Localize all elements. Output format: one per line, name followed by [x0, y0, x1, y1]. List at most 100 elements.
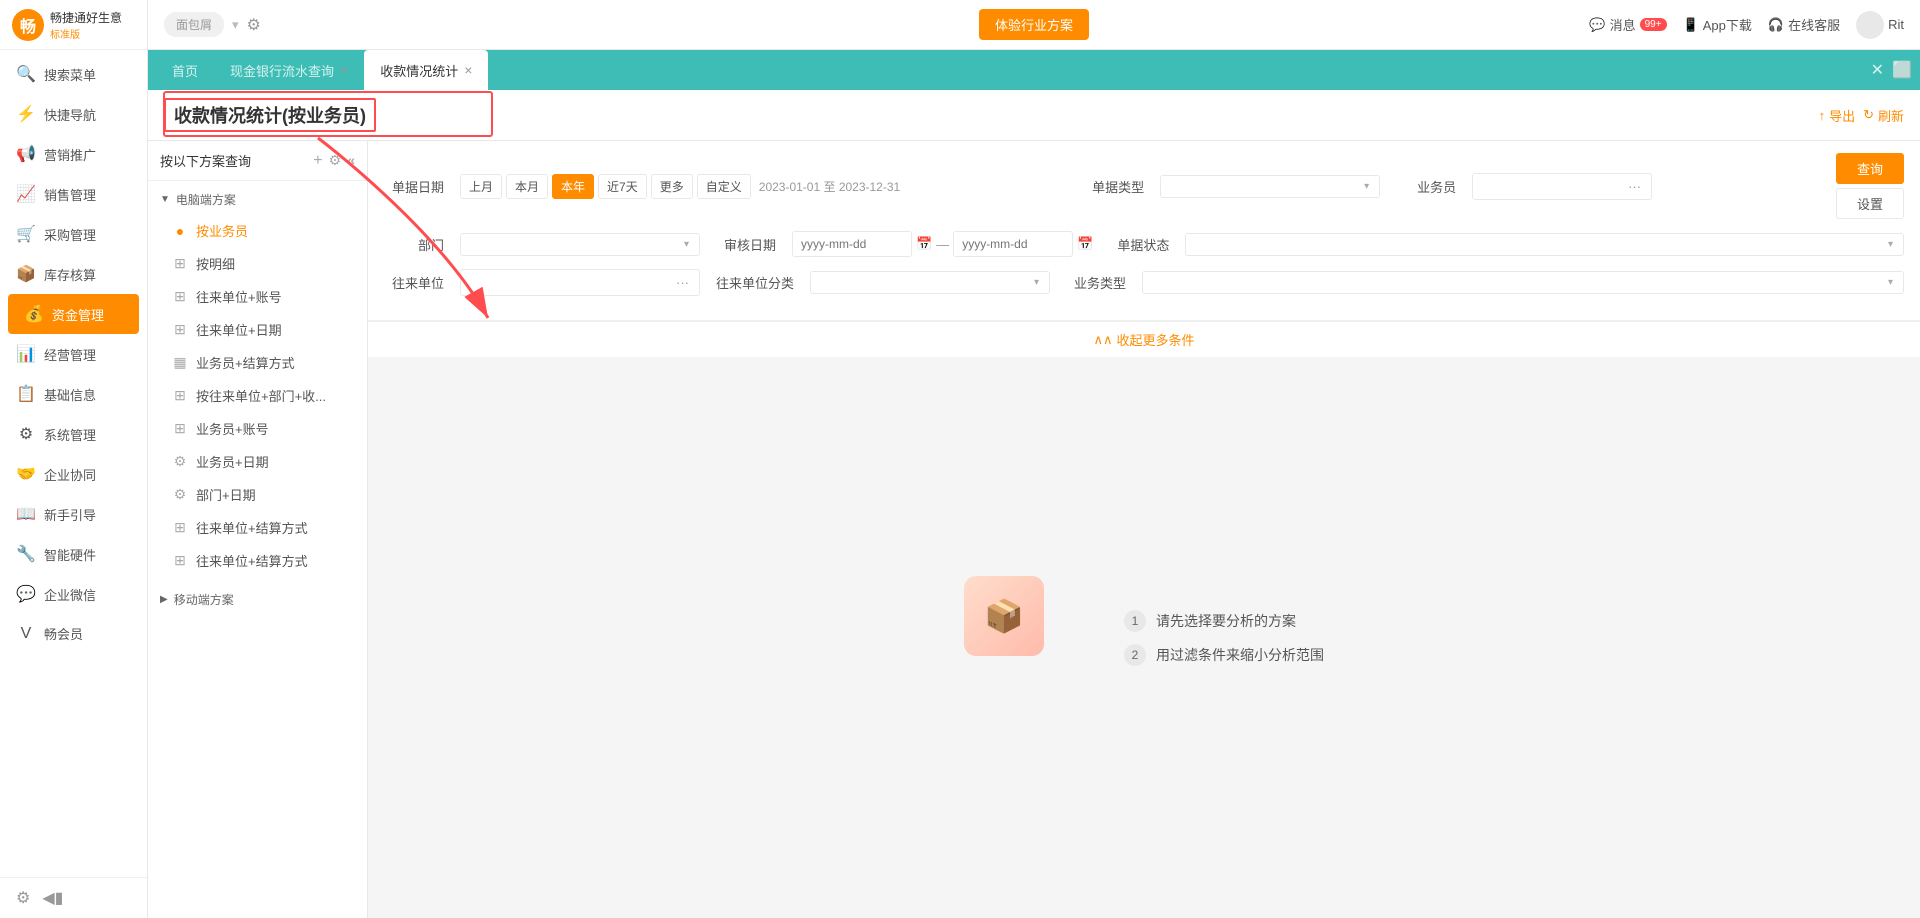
sidebar-item-inventory[interactable]: 📦 库存核算 — [0, 254, 147, 294]
message-icon: 💬 — [1589, 17, 1605, 33]
doc-status-label: 单据状态 — [1109, 235, 1169, 254]
doc-type-select[interactable]: ▾ — [1160, 175, 1380, 198]
add-scheme-btn[interactable]: + — [313, 152, 322, 170]
service-icon: 🎧 — [1768, 17, 1784, 33]
filter-row-2: 部门 ▾ 审核日期 📅 — 📅 单据状态 — [384, 231, 1904, 257]
scheme-item-unit-date[interactable]: ⊞ 往来单位+日期 — [148, 313, 367, 346]
empty-box: 📦 — [964, 576, 1044, 656]
member-icon: V — [16, 625, 36, 643]
sidebar-footer: ⚙ ◀▮ — [0, 877, 147, 918]
scheme-icon-unit-date: ⊞ — [172, 321, 188, 338]
sidebar-item-operations[interactable]: 📊 经营管理 — [0, 334, 147, 374]
doc-type-salesperson: 单据类型 ▾ 业务员 ··· — [1084, 173, 1652, 200]
top-header: 面包屑 ▾ ⚙ 体验行业方案 💬 消息 99+ 📱 App下载 🎧 在线客服 R… — [148, 0, 1920, 50]
scheme-item-salesperson-settlement[interactable]: ▦ 业务员+结算方式 — [148, 346, 367, 379]
review-date-inputs: 📅 — 📅 — [792, 231, 1093, 257]
calendar-to-icon[interactable]: 📅 — [1077, 236, 1093, 252]
scheme-item-salesperson-date[interactable]: ⚙ 业务员+日期 — [148, 445, 367, 478]
collapse-panel-btn[interactable]: « — [347, 152, 355, 170]
maximize-btn[interactable]: ⬜ — [1892, 60, 1912, 80]
setting-btn[interactable]: 设置 — [1836, 188, 1904, 219]
counterparty-dots[interactable]: ··· — [676, 275, 689, 290]
inventory-icon: 📦 — [16, 264, 36, 284]
date-btn-custom[interactable]: 自定义 — [697, 174, 751, 199]
tab-close-cash-flow[interactable]: × — [340, 62, 348, 78]
collapse-label: 收起更多条件 — [1117, 330, 1195, 349]
step-num-1: 1 — [1124, 610, 1146, 632]
salesperson-dots[interactable]: ··· — [1628, 179, 1641, 194]
collapse-bar[interactable]: ∧∧ 收起更多条件 — [368, 321, 1920, 357]
panel-header-icons: + ⚙ « — [313, 152, 355, 170]
empty-steps: 1 请先选择要分析的方案 2 用过滤条件来缩小分析范围 — [1124, 610, 1324, 666]
cc-arrow-icon: ▾ — [1034, 277, 1039, 288]
sidebar-item-system[interactable]: ⚙ 系统管理 — [0, 414, 147, 454]
trial-btn[interactable]: 体验行业方案 — [979, 9, 1089, 40]
group-arrow-icon: ▼ — [160, 194, 170, 205]
sidebar-item-sales[interactable]: 📈 销售管理 — [0, 174, 147, 214]
business-type-label: 业务类型 — [1066, 273, 1126, 292]
review-date-to[interactable] — [953, 231, 1073, 257]
filter-area: 单据日期 上月 本月 本年 近7天 更多 自定义 2023-01-01 至 20… — [368, 141, 1920, 321]
sidebar-item-member[interactable]: V 畅会员 — [0, 614, 147, 653]
scheme-item-dept-date[interactable]: ⚙ 部门+日期 — [148, 478, 367, 511]
user-area[interactable]: Rit — [1856, 11, 1904, 39]
date-btn-7days[interactable]: 近7天 — [598, 174, 647, 199]
settings-footer-btn[interactable]: ⚙ — [16, 888, 30, 908]
counterparty-category-select[interactable]: ▾ — [810, 271, 1050, 294]
scheme-settings-btn[interactable]: ⚙ — [329, 152, 342, 170]
sidebar-item-hardware[interactable]: 🔧 智能硬件 — [0, 534, 147, 574]
scheme-item-salesperson-account[interactable]: ⊞ 业务员+账号 — [148, 412, 367, 445]
sidebar-item-quicknav[interactable]: ⚡ 快捷导航 — [0, 94, 147, 134]
purchase-icon: 🛒 — [16, 224, 36, 244]
date-btn-last-month[interactable]: 上月 — [460, 174, 502, 199]
counterparty-select[interactable]: ··· — [460, 269, 700, 296]
breadcrumb-arrow: ▾ — [232, 17, 239, 33]
date-btn-more[interactable]: 更多 — [651, 174, 693, 199]
scheme-item-detail[interactable]: ⊞ 按明细 — [148, 247, 367, 280]
sidebar-item-search[interactable]: 🔍 搜索菜单 — [0, 54, 147, 94]
mobile-scheme-toggle[interactable]: ▶ 移动端方案 — [148, 585, 367, 614]
tab-cash-flow[interactable]: 现金银行流水查询 × — [214, 50, 364, 90]
sidebar-item-collab[interactable]: 🤝 企业协同 — [0, 454, 147, 494]
desktop-scheme-toggle[interactable]: ▼ 电脑端方案 — [148, 185, 367, 214]
marketing-icon: 📢 — [16, 144, 36, 164]
tab-home[interactable]: 首页 — [156, 50, 214, 90]
app-download-btn[interactable]: 📱 App下载 — [1683, 15, 1752, 34]
sidebar-item-finance[interactable]: 💰 资金管理 — [8, 294, 139, 334]
doc-status-select[interactable]: ▾ — [1185, 233, 1904, 256]
online-service-btn[interactable]: 🎧 在线客服 — [1768, 15, 1840, 34]
sidebar-item-guide[interactable]: 📖 新手引导 — [0, 494, 147, 534]
refresh-btn[interactable]: ↻ 刷新 — [1863, 106, 1904, 125]
finance-icon: 💰 — [24, 304, 44, 324]
scheme-item-unit-account[interactable]: ⊞ 往来单位+账号 — [148, 280, 367, 313]
header-left: 面包屑 ▾ ⚙ — [164, 12, 261, 37]
message-btn[interactable]: 💬 消息 99+ — [1589, 15, 1666, 34]
date-options: 上月 本月 本年 近7天 更多 自定义 2023-01-01 至 2023-12… — [460, 174, 900, 199]
sidebar-item-wechat[interactable]: 💬 企业微信 — [0, 574, 147, 614]
scheme-item-salesperson[interactable]: ● 按业务员 — [148, 214, 367, 247]
dept-select[interactable]: ▾ — [460, 233, 700, 256]
business-type-select[interactable]: ▾ — [1142, 271, 1904, 294]
calendar-from-icon[interactable]: 📅 — [916, 236, 932, 252]
export-btn[interactable]: ↑ 导出 — [1819, 106, 1856, 125]
scheme-icon-salesperson: ● — [172, 223, 188, 239]
scheme-item-unit-settlement2[interactable]: ⊞ 往来单位+结算方式 — [148, 544, 367, 577]
sidebar-item-purchase[interactable]: 🛒 采购管理 — [0, 214, 147, 254]
scheme-item-unit-settlement1[interactable]: ⊞ 往来单位+结算方式 — [148, 511, 367, 544]
sidebar-item-marketing[interactable]: 📢 营销推广 — [0, 134, 147, 174]
close-window-btn[interactable]: ✕ — [1871, 60, 1884, 80]
tab-close-collection[interactable]: × — [464, 62, 472, 78]
collapse-sidebar-btn[interactable]: ◀▮ — [42, 888, 63, 908]
gear-icon[interactable]: ⚙ — [247, 15, 261, 35]
query-btn[interactable]: 查询 — [1836, 153, 1904, 184]
right-panel: 单据日期 上月 本月 本年 近7天 更多 自定义 2023-01-01 至 20… — [368, 141, 1920, 918]
salesperson-select[interactable]: ··· — [1472, 173, 1652, 200]
sidebar-item-basic-info[interactable]: 📋 基础信息 — [0, 374, 147, 414]
date-label: 单据日期 — [384, 177, 444, 196]
scheme-item-unit-dept[interactable]: ⊞ 按往来单位+部门+收... — [148, 379, 367, 412]
date-btn-this-year[interactable]: 本年 — [552, 174, 594, 199]
left-panel: 按以下方案查询 + ⚙ « ▼ 电脑端方案 ● 按业务员 ⊞ — [148, 141, 368, 918]
tab-collection-stats[interactable]: 收款情况统计 × — [364, 50, 488, 90]
review-date-from[interactable] — [792, 231, 912, 257]
date-btn-this-month[interactable]: 本月 — [506, 174, 548, 199]
